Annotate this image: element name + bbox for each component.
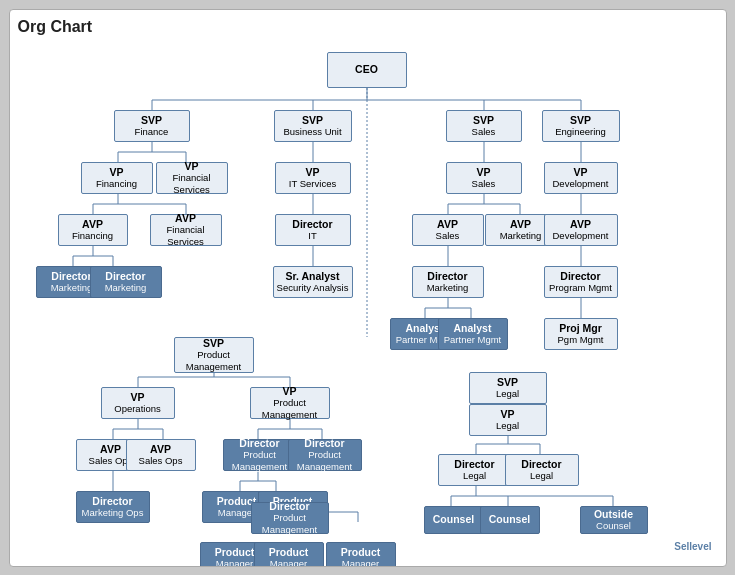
vp-financing-node: VP Financing [81,162,153,194]
svp-finance-node: SVP Finance [114,110,190,142]
pm4-node: Product Manager [254,542,324,567]
dir-mkt2-node: Director Marketing [90,266,162,298]
counsel1-node: Counsel [424,506,484,534]
avp-fin-services-node: AVP Financial Services [150,214,222,246]
dir-prod3-node: Director Product Management [251,502,329,534]
org-area: CEO SVP Finance SVP Business Unit SVP Sa… [18,42,718,554]
sr-analyst-node: Sr. Analyst Security Analysis [273,266,353,298]
svp-sales-node: SVP Sales [446,110,522,142]
vp-ops-node: VP Operations [101,387,175,419]
avp-sales-ops2-node: AVP Sales Ops [126,439,196,471]
svp-legal-node: SVP Legal [469,372,547,404]
dir-pgm-node: Director Program Mgmt [544,266,618,298]
vp-sales-node: VP Sales [446,162,522,194]
vp-dev-node: VP Development [544,162,618,194]
vp-legal-node: VP Legal [469,404,547,436]
pm5-node: Product Manager [326,542,396,567]
chart-container: Org Chart [9,9,727,567]
proj-mgr-node: Proj Mgr Pgm Mgmt [544,318,618,350]
dir-legal2-node: Director Legal [505,454,579,486]
avp-sales-node: AVP Sales [412,214,484,246]
analyst2-node: Analyst Partner Mgmt [438,318,508,350]
avp-financing-node: AVP Financing [58,214,128,246]
outside-counsel-node: Outside Counsel [580,506,648,534]
avp-dev-node: AVP Development [544,214,618,246]
ceo-node: CEO [327,52,407,88]
svp-engineering-node: SVP Engineering [542,110,620,142]
dir-mkt-ops-node: Director Marketing Ops [76,491,150,523]
vp-product-node: VP Product Management [250,387,330,419]
vp-it-node: VP IT Services [275,162,351,194]
dir-it-node: Director IT [275,214,351,246]
svp-business-node: SVP Business Unit [274,110,352,142]
dir-prod2-node: Director Product Management [288,439,362,471]
chart-title: Org Chart [18,18,718,36]
dir-legal1-node: Director Legal [438,454,512,486]
counsel2-node: Counsel [480,506,540,534]
svp-product-node: SVP Product Management [174,337,254,373]
logo: Sellevel [674,541,711,552]
dir-prod1-node: Director Product Management [223,439,297,471]
vp-fin-services-node: VP Financial Services [156,162,228,194]
dir-mkt3-node: Director Marketing [412,266,484,298]
